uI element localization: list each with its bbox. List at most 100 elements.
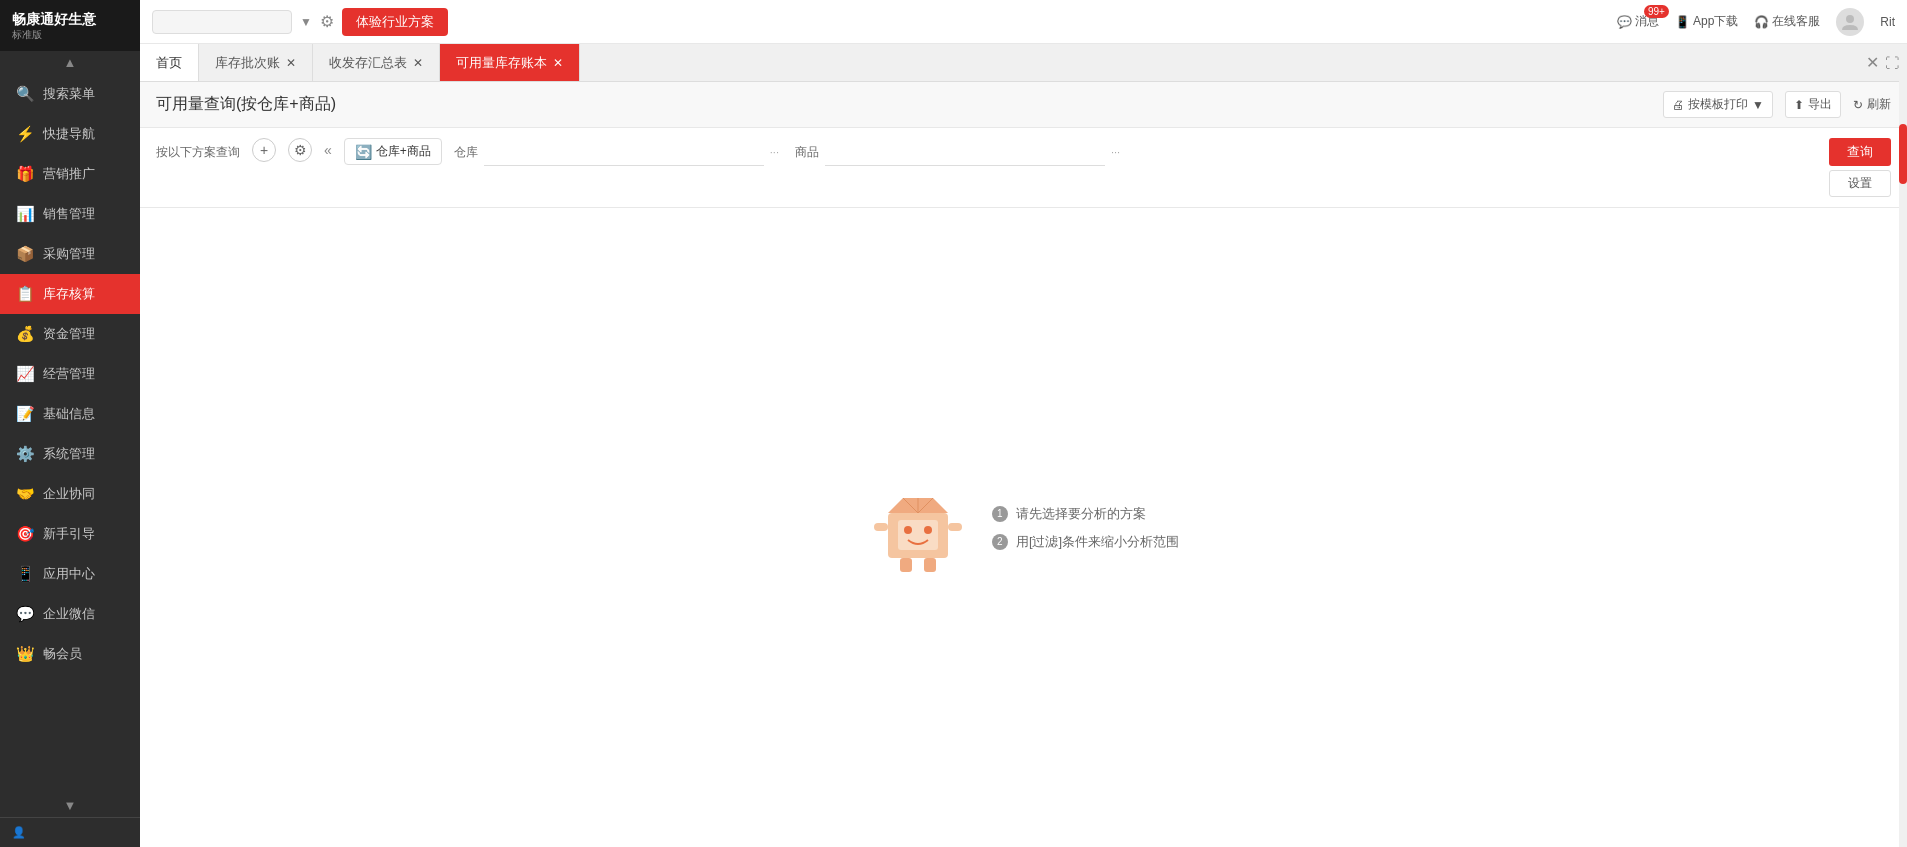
sidebar-item-system[interactable]: ⚙️ 系统管理	[0, 434, 140, 474]
app-icon: 📱	[16, 565, 35, 583]
sidebar-item-member[interactable]: 👑 畅会员	[0, 634, 140, 674]
crown-icon: 👑	[16, 645, 35, 663]
sidebar-item-search[interactable]: 🔍 搜索菜单	[0, 74, 140, 114]
print-btn[interactable]: 🖨 按模板打印 ▼	[1663, 91, 1773, 118]
svg-rect-2	[898, 520, 938, 550]
svg-point-4	[924, 526, 932, 534]
sidebar-item-enterprise[interactable]: 🤝 企业协同	[0, 474, 140, 514]
tab-summary-close[interactable]: ✕	[413, 56, 423, 70]
sidebar-item-label: 新手引导	[43, 525, 95, 543]
message-btn[interactable]: 💬 消息 99+	[1617, 13, 1659, 30]
gear-icon[interactable]: ⚙	[320, 12, 334, 31]
sidebar-item-label: 企业微信	[43, 605, 95, 623]
warehouse-input[interactable]	[484, 138, 764, 166]
edition-label: 标准版	[12, 28, 128, 41]
svg-rect-11	[924, 558, 936, 572]
phone-icon: 📱	[1675, 15, 1690, 29]
page-actions: 🖨 按模板打印 ▼ ⬆ 导出 ↻ 刷新	[1663, 91, 1891, 118]
goods-label: 商品	[795, 144, 819, 161]
box-icon: 📦	[16, 245, 35, 263]
export-btn[interactable]: ⬆ 导出	[1785, 91, 1841, 118]
tab-batch-close[interactable]: ✕	[286, 56, 296, 70]
gift-icon: 🎁	[16, 165, 35, 183]
sidebar-nav: 🔍 搜索菜单 ⚡ 快捷导航 🎁 营销推广 📊 销售管理 📦 采购管理 📋 库存核…	[0, 74, 140, 794]
warehouse-more-btn[interactable]: ···	[770, 146, 779, 158]
svg-rect-10	[900, 558, 912, 572]
tab-available-close[interactable]: ✕	[553, 56, 563, 70]
goods-field-group: 商品 ···	[795, 138, 1120, 166]
query-actions: 查询 设置	[1829, 138, 1891, 197]
scheme-label: 仓库+商品	[376, 143, 431, 160]
app-download-btn[interactable]: 📱 App下载	[1675, 13, 1738, 30]
service-btn[interactable]: 🎧 在线客服	[1754, 13, 1820, 30]
query-button[interactable]: 查询	[1829, 138, 1891, 166]
sidebar-item-inventory[interactable]: 📋 库存核算	[0, 274, 140, 314]
dropdown-icon[interactable]: ▼	[300, 15, 312, 29]
sidebar-item-label: 营销推广	[43, 165, 95, 183]
sidebar-item-weixin[interactable]: 💬 企业微信	[0, 594, 140, 634]
sidebar-item-appcenter[interactable]: 📱 应用中心	[0, 554, 140, 594]
empty-tip-2: 2 用[过滤]条件来缩小分析范围	[992, 533, 1179, 551]
sidebar-item-operation[interactable]: 📈 经营管理	[0, 354, 140, 394]
scheme-warehouse-goods[interactable]: 🔄 仓库+商品	[344, 138, 442, 165]
sidebar-item-purchase[interactable]: 📦 采购管理	[0, 234, 140, 274]
sidebar-item-marketing[interactable]: 🎁 营销推广	[0, 154, 140, 194]
settings-button-small[interactable]: 设置	[1829, 170, 1891, 197]
filter-settings-button[interactable]: ⚙	[288, 138, 312, 162]
sidebar-item-finance[interactable]: 💰 资金管理	[0, 314, 140, 354]
export-label: 导出	[1808, 96, 1832, 113]
app-label: App下载	[1693, 13, 1738, 30]
sidebar-item-basic[interactable]: 📝 基础信息	[0, 394, 140, 434]
tip-num-2: 2	[992, 534, 1008, 550]
filter-add-button[interactable]: +	[252, 138, 276, 162]
page-header: 可用量查询(按仓库+商品) 🖨 按模板打印 ▼ ⬆ 导出 ↻ 刷新	[140, 82, 1907, 128]
tabbar-close-icon[interactable]: ✕	[1866, 53, 1879, 72]
tab-home[interactable]: 首页	[140, 44, 199, 82]
sidebar-item-label: 搜索菜单	[43, 85, 95, 103]
topbar: ▼ ⚙ 体验行业方案 💬 消息 99+ 📱 App下载 🎧 在线客服 Rit	[140, 0, 1907, 44]
refresh-btn[interactable]: ↻ 刷新	[1853, 96, 1891, 113]
tip-text-2: 用[过滤]条件来缩小分析范围	[1016, 533, 1179, 551]
topbar-search-input[interactable]	[152, 10, 292, 34]
sidebar-item-label: 采购管理	[43, 245, 95, 263]
filter-area: 按以下方案查询 + ⚙ « 🔄 仓库+商品 仓库 ··· 商品 ··· 查询 设…	[140, 128, 1907, 208]
tip-num-1: 1	[992, 506, 1008, 522]
sidebar-scroll-up[interactable]: ▲	[0, 51, 140, 74]
sidebar-scroll-down[interactable]: ▼	[0, 794, 140, 817]
sidebar-item-label: 快捷导航	[43, 125, 95, 143]
sidebar-item-sales[interactable]: 📊 销售管理	[0, 194, 140, 234]
inventory-icon: 📋	[16, 285, 35, 303]
tabbar-expand-icon[interactable]: ⛶	[1885, 55, 1899, 71]
sidebar-item-label: 销售管理	[43, 205, 95, 223]
content-area: 1 请先选择要分析的方案 2 用[过滤]条件来缩小分析范围	[140, 208, 1907, 847]
svg-point-3	[904, 526, 912, 534]
export-icon: ⬆	[1794, 98, 1804, 112]
tab-batch[interactable]: 库存批次账 ✕	[199, 44, 313, 82]
scheme-icon: 🔄	[355, 144, 372, 160]
avatar	[1836, 8, 1864, 36]
scrollbar-thumb	[1899, 124, 1907, 184]
page-title: 可用量查询(按仓库+商品)	[156, 94, 1663, 115]
query-fields: 仓库 ··· 商品 ···	[454, 138, 1817, 166]
refresh-label: 刷新	[1867, 96, 1891, 113]
svg-point-0	[1846, 15, 1854, 23]
sidebar-item-label: 经营管理	[43, 365, 95, 383]
warehouse-field-group: 仓库 ···	[454, 138, 779, 166]
goods-input[interactable]	[825, 138, 1105, 166]
tip-text-1: 请先选择要分析的方案	[1016, 505, 1146, 523]
sidebar-item-shortcuts[interactable]: ⚡ 快捷导航	[0, 114, 140, 154]
empty-state: 1 请先选择要分析的方案 2 用[过滤]条件来缩小分析范围	[868, 478, 1179, 578]
filter-collapse-icon[interactable]: «	[324, 138, 332, 158]
main-area: ▼ ⚙ 体验行业方案 💬 消息 99+ 📱 App下载 🎧 在线客服 Rit	[140, 0, 1907, 847]
filter-label: 按以下方案查询	[156, 138, 240, 161]
sidebar-item-label: 基础信息	[43, 405, 95, 423]
service-label: 在线客服	[1772, 13, 1820, 30]
sidebar-item-label: 资金管理	[43, 325, 95, 343]
sidebar-item-newuser[interactable]: 🎯 新手引导	[0, 514, 140, 554]
goods-more-btn[interactable]: ···	[1111, 146, 1120, 158]
trial-button[interactable]: 体验行业方案	[342, 8, 448, 36]
tab-available[interactable]: 可用量库存账本 ✕	[440, 44, 580, 82]
username-label[interactable]: Rit	[1880, 15, 1895, 29]
print-dropdown-icon: ▼	[1752, 98, 1764, 112]
tab-summary[interactable]: 收发存汇总表 ✕	[313, 44, 440, 82]
